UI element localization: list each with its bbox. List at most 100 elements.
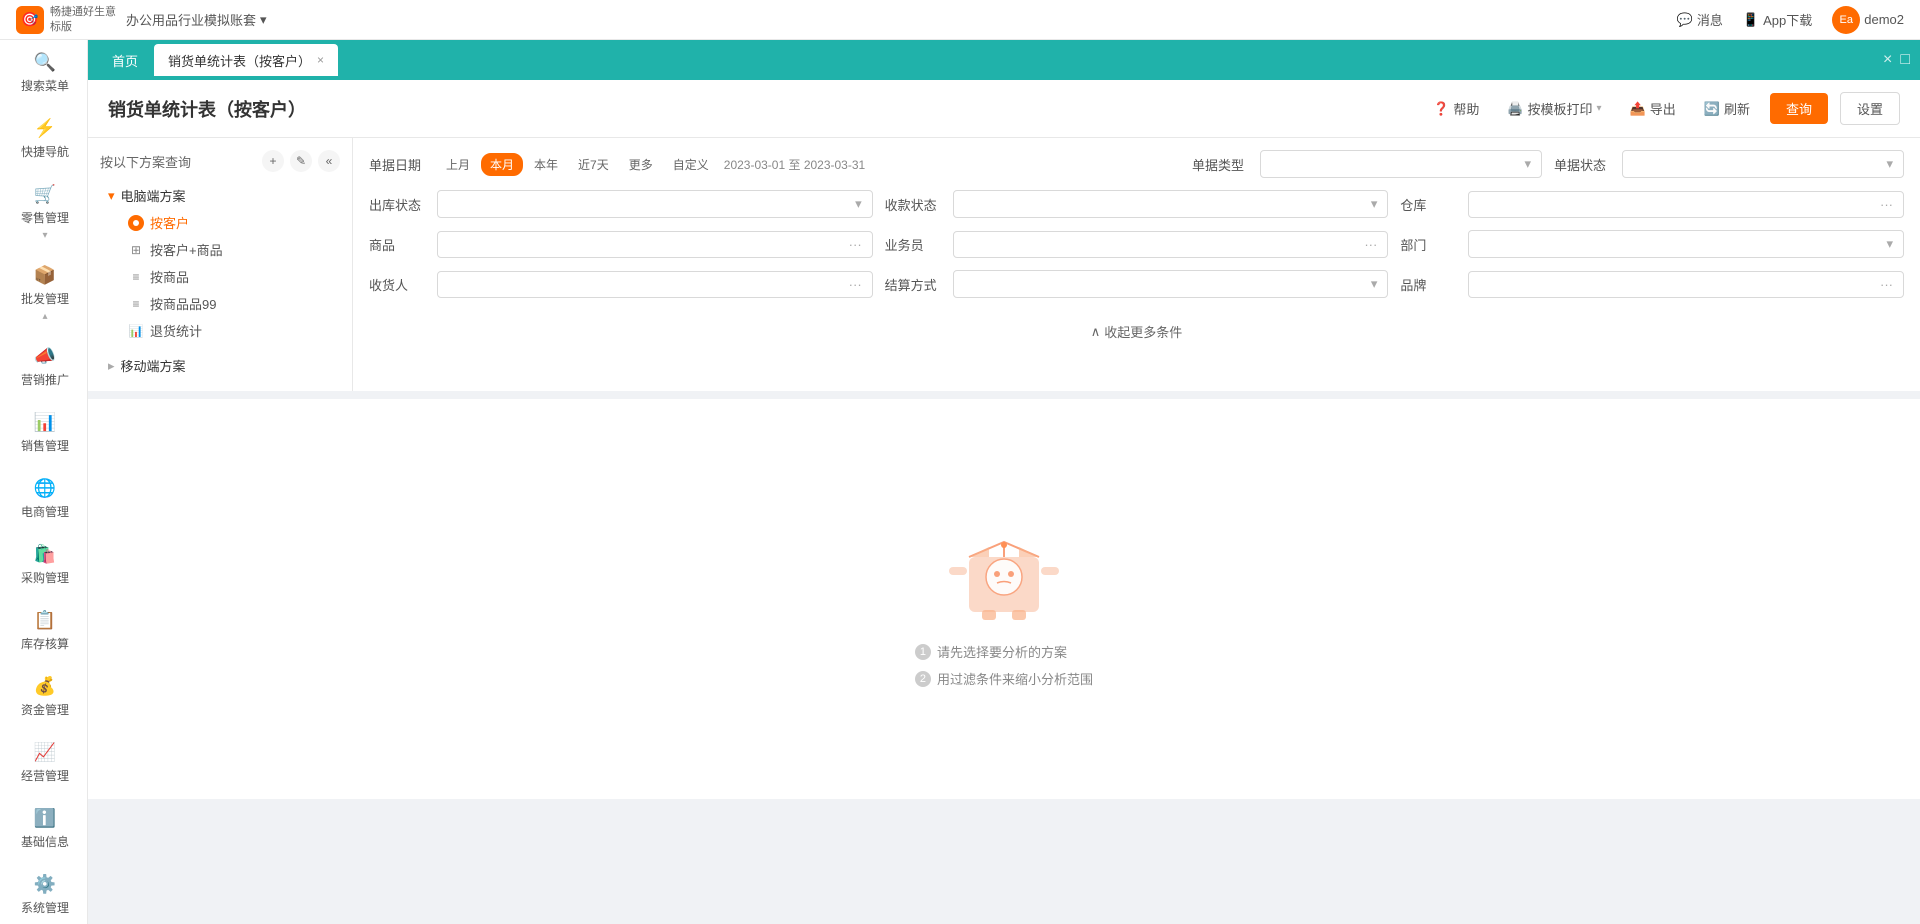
goods-dots[interactable]: ··· [849,237,862,252]
sidebar-item-inventory[interactable]: 📋 库存核算 [0,598,87,664]
tab-home[interactable]: 首页 [98,44,152,76]
date-pill: 上月 本月 本年 近7天 更多 自定义 [437,153,718,176]
message-icon: 💬 [1677,12,1693,28]
logo-area: 🎯 畅捷通好生意 标版 [16,5,116,34]
app-download-btn[interactable]: 📱 App下载 [1743,10,1812,29]
out-status-select[interactable]: ▾ [437,190,873,218]
scheme-return-stats[interactable]: 📊 退货统计 [120,317,340,344]
empty-illustration [944,502,1064,622]
dept-select[interactable]: ▾ [1468,230,1904,258]
help-icon: ❓ [1433,101,1449,117]
doc-type-select[interactable]: ▾ [1260,150,1542,178]
date-range-text: 2023-03-01 至 2023-03-31 [724,156,865,173]
refresh-icon: 🔄 [1704,101,1720,117]
scheme-by-goods99[interactable]: ≡ 按商品品99 [120,290,340,317]
message-btn[interactable]: 💬 消息 [1677,10,1723,29]
doc-status-select[interactable]: ▾ [1622,150,1904,178]
tab-close-btn[interactable]: × [317,53,324,67]
sidebar: 🔍 搜索菜单 ⚡ 快捷导航 🛒 零售管理 ▾ 📦 批发管理 ▴ 📣 营销推广 [0,40,88,924]
empty-state: 1 请先选择要分析的方案 2 用过滤条件来缩小分析范围 [88,399,1920,799]
sidebar-item-finance[interactable]: 💰 资金管理 [0,664,87,730]
salesperson-dots[interactable]: ··· [1364,237,1377,252]
scheme-by-goods[interactable]: ≡ 按商品 [120,263,340,290]
filter-warehouse: 仓库 ··· [1400,191,1904,218]
filter-payment-status: 收款状态 ▾ [885,190,1389,218]
warehouse-dots[interactable]: ··· [1880,197,1893,212]
collapse-btn[interactable]: ∧ 收起更多条件 [1079,318,1195,345]
payment-status-select[interactable]: ▾ [953,190,1389,218]
warehouse-select[interactable]: ··· [1468,191,1904,218]
bar-chart-icon: 📊 [128,323,144,339]
date-btn-this-year[interactable]: 本年 [525,153,567,176]
tab-active[interactable]: 销货单统计表（按客户） × [154,44,338,76]
empty-tip-2: 2 用过滤条件来缩小分析范围 [915,669,1093,688]
payment-status-arrow: ▾ [1371,196,1378,212]
collapse-icon: ∧ [1091,324,1101,340]
date-btn-last-month[interactable]: 上月 [437,153,479,176]
top-bar: 🎯 畅捷通好生意 标版 办公用品行业模拟账套 ▾ 💬 消息 📱 App下载 [0,0,1920,40]
empty-tip-1: 1 请先选择要分析的方案 [915,642,1093,661]
search-icon: 🔍 [34,52,56,73]
panel-actions: + ✎ « [262,150,340,172]
table2-icon: ≡ [128,296,144,312]
sidebar-item-marketing[interactable]: 📣 营销推广 [0,334,87,400]
date-btn-more[interactable]: 更多 [620,153,662,176]
brand-select[interactable]: ··· [1468,271,1904,298]
tip-num-2: 2 [915,671,931,687]
settings-btn[interactable]: 设置 [1840,92,1900,125]
page-content: 销货单统计表（按客户） ❓ 帮助 🖨️ 按模板打印 ▾ 📤 [88,80,1920,924]
sidebar-item-wholesale[interactable]: 📦 批发管理 ▴ [0,253,87,334]
user-menu[interactable]: Ea demo2 [1832,6,1904,34]
scheme-desktop-header[interactable]: ▾ 电脑端方案 [100,182,340,209]
tab-minimize-btn[interactable]: × [1883,51,1892,69]
panel-header: 按以下方案查询 + ✎ « [100,150,340,172]
salesperson-select[interactable]: ··· [953,231,1389,258]
sidebar-item-operation[interactable]: 📈 经营管理 [0,730,87,796]
tab-maximize-btn[interactable]: □ [1900,51,1910,69]
print-btn[interactable]: 🖨️ 按模板打印 ▾ [1499,95,1609,122]
dept-arrow: ▾ [1886,236,1893,252]
recipient-select[interactable]: ··· [437,271,873,298]
add-scheme-btn[interactable]: + [262,150,284,172]
brand-dots[interactable]: ··· [1880,277,1893,292]
wholesale-icon: 📦 [34,265,56,286]
industry-selector[interactable]: 办公用品行业模拟账套 ▾ [126,10,267,29]
filter-row-4: 收货人 ··· 结算方式 ▾ [369,270,1904,298]
sidebar-item-basic[interactable]: ℹ️ 基础信息 [0,796,87,862]
active-scheme-dot [128,215,144,231]
sidebar-item-sales[interactable]: 📊 销售管理 [0,400,87,466]
date-btn-7days[interactable]: 近7天 [569,153,618,176]
doc-type-arrow: ▾ [1524,156,1531,172]
export-btn[interactable]: 📤 导出 [1622,95,1684,122]
scheme-by-customer[interactable]: 按客户 [120,209,340,236]
purchase-icon: 🛍️ [34,544,56,565]
sidebar-item-search[interactable]: 🔍 搜索菜单 [0,40,87,106]
sidebar-item-system[interactable]: ⚙️ 系统管理 [0,862,87,924]
edit-scheme-btn[interactable]: ✎ [290,150,312,172]
date-btn-custom[interactable]: 自定义 [664,153,718,176]
filter-dept: 部门 ▾ [1400,230,1904,258]
sidebar-item-ecommerce[interactable]: 🌐 电商管理 [0,466,87,532]
grid-icon: ⊞ [128,242,144,258]
marketing-icon: 📣 [34,346,56,367]
section-divider [88,391,1920,399]
filter-doc-type: 单据类型 ▾ [1192,150,1542,178]
tip-num-1: 1 [915,644,931,660]
sidebar-item-retail[interactable]: 🛒 零售管理 ▾ [0,172,87,253]
sidebar-item-purchase[interactable]: 🛍️ 采购管理 [0,532,87,598]
scheme-mobile-expand-icon: ▸ [108,358,115,374]
scheme-by-customer-goods[interactable]: ⊞ 按客户+商品 [120,236,340,263]
date-btn-this-month[interactable]: 本月 [481,153,523,176]
collapse-panel-btn[interactable]: « [318,150,340,172]
recipient-dots[interactable]: ··· [849,277,862,292]
goods-select[interactable]: ··· [437,231,873,258]
help-btn[interactable]: ❓ 帮助 [1425,95,1487,122]
tab-bar-actions: × □ [1883,51,1910,69]
sidebar-item-quick[interactable]: ⚡ 快捷导航 [0,106,87,172]
scheme-mobile-header[interactable]: ▸ 移动端方案 [100,352,340,379]
query-btn[interactable]: 查询 [1770,93,1828,124]
settle-method-select[interactable]: ▾ [953,270,1389,298]
logo-icon: 🎯 [16,6,44,34]
refresh-btn[interactable]: 🔄 刷新 [1696,95,1758,122]
filter-out-status: 出库状态 ▾ [369,190,873,218]
